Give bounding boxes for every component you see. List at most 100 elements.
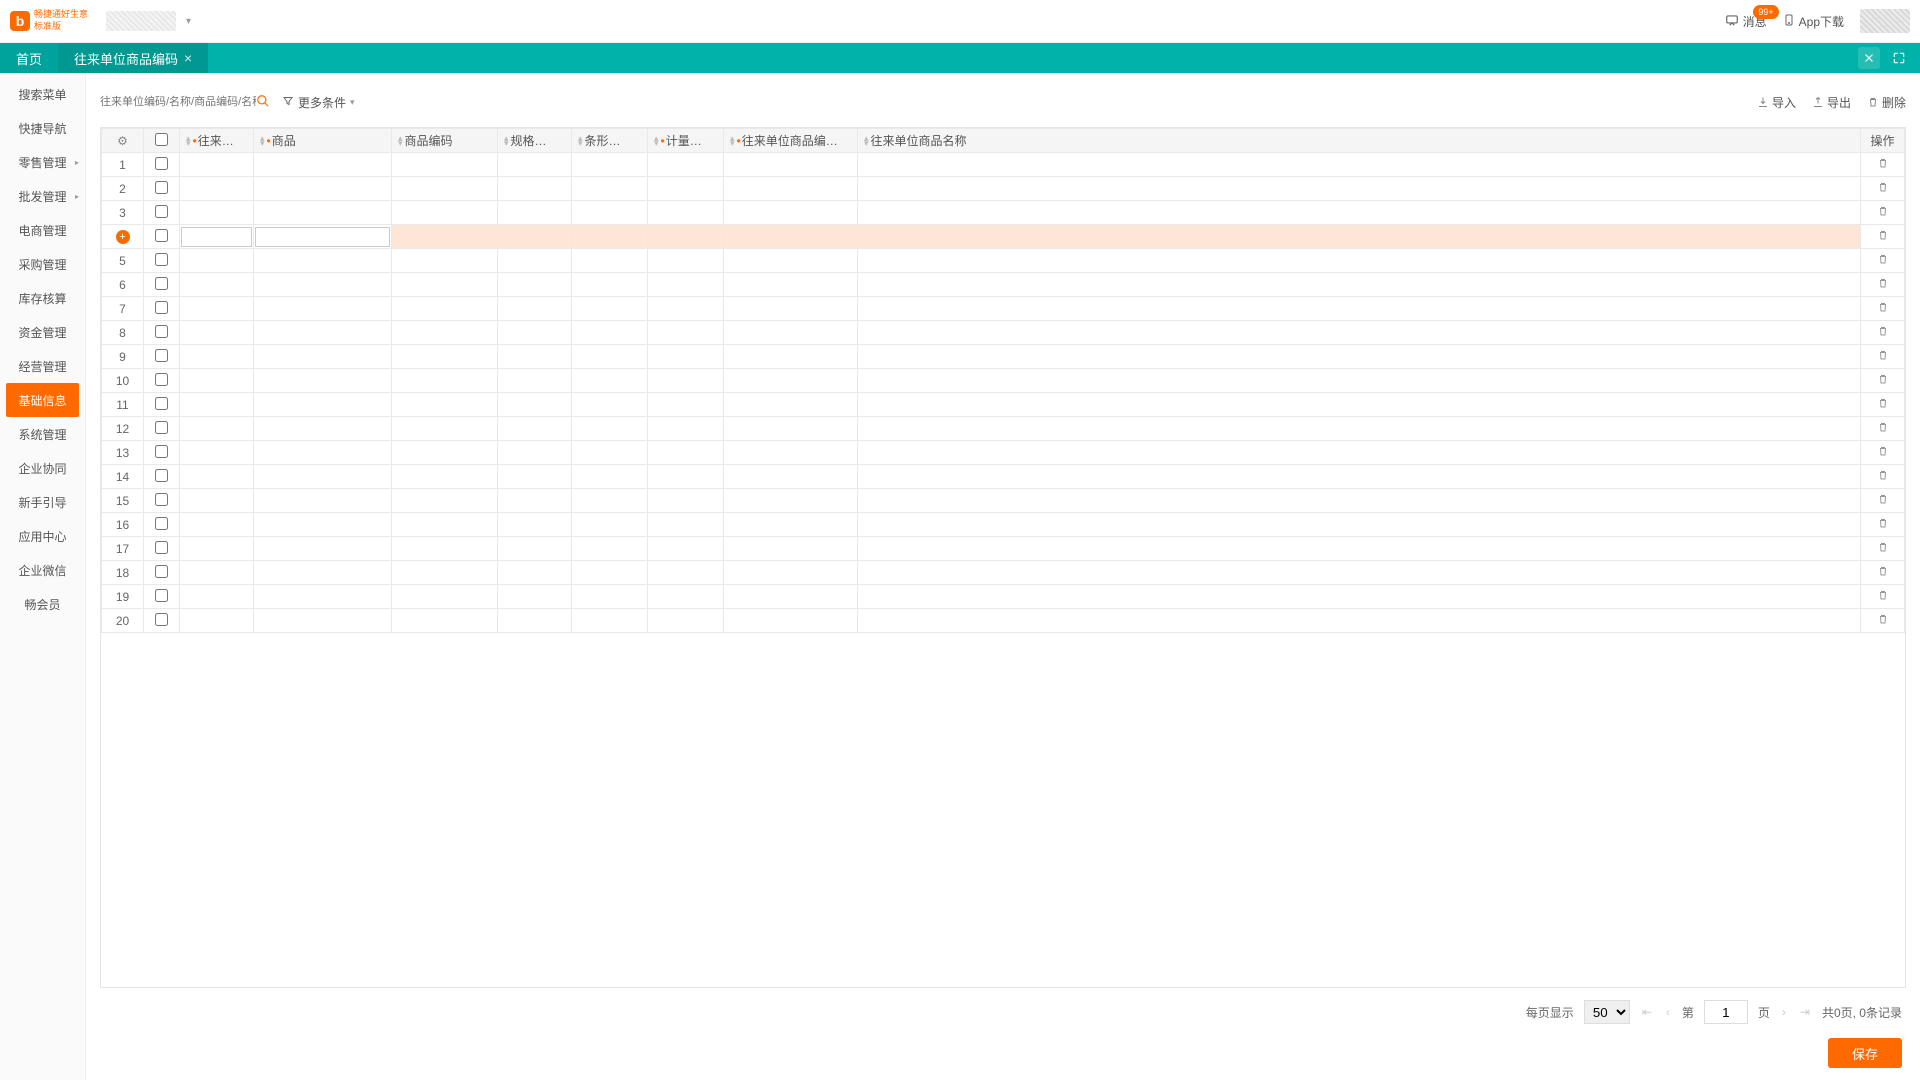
table-row[interactable]: 9	[102, 345, 1905, 369]
cell[interactable]	[858, 177, 1861, 201]
cell[interactable]	[180, 201, 254, 225]
cell[interactable]	[254, 465, 392, 489]
col-spec[interactable]: ▴▾规格…	[498, 129, 572, 153]
tab-close-icon[interactable]: ×	[184, 50, 192, 66]
cell[interactable]	[498, 369, 572, 393]
cell[interactable]	[392, 345, 498, 369]
col-settings[interactable]: ⚙	[102, 129, 144, 153]
sidebar-item-10[interactable]: 系统管理	[0, 417, 85, 451]
cell[interactable]	[724, 585, 858, 609]
cell[interactable]	[254, 297, 392, 321]
cell[interactable]	[648, 489, 724, 513]
table-row[interactable]: 11	[102, 393, 1905, 417]
cell[interactable]	[254, 225, 392, 249]
cell[interactable]	[392, 441, 498, 465]
trash-icon[interactable]	[1877, 253, 1889, 265]
cell[interactable]	[254, 321, 392, 345]
sidebar-item-8[interactable]: 经营管理	[0, 349, 85, 383]
search-input[interactable]	[100, 91, 256, 113]
sidebar-item-4[interactable]: 电商管理	[0, 213, 85, 247]
export-button[interactable]: 导出	[1812, 94, 1851, 111]
cell[interactable]	[498, 177, 572, 201]
user-avatar-masked[interactable]	[1860, 9, 1910, 33]
cell[interactable]	[724, 561, 858, 585]
cell[interactable]	[254, 249, 392, 273]
cell[interactable]	[392, 297, 498, 321]
cell[interactable]	[180, 153, 254, 177]
cell[interactable]	[572, 513, 648, 537]
cell-input[interactable]	[181, 227, 252, 247]
cell[interactable]	[498, 513, 572, 537]
table-row[interactable]: 2	[102, 177, 1905, 201]
cell[interactable]	[392, 201, 498, 225]
cell[interactable]	[572, 465, 648, 489]
table-row[interactable]: 18	[102, 561, 1905, 585]
cell[interactable]	[572, 321, 648, 345]
cell[interactable]	[572, 489, 648, 513]
cell[interactable]	[180, 417, 254, 441]
cell[interactable]	[858, 537, 1861, 561]
sidebar-item-6[interactable]: 库存核算	[0, 281, 85, 315]
cell[interactable]	[498, 465, 572, 489]
cell[interactable]	[572, 225, 648, 249]
tab-partner-product-code[interactable]: 往来单位商品编码 ×	[58, 43, 208, 73]
cell[interactable]	[254, 369, 392, 393]
cell[interactable]	[180, 585, 254, 609]
cell[interactable]	[254, 489, 392, 513]
sidebar-item-13[interactable]: 应用中心	[0, 519, 85, 553]
table-row[interactable]: 19	[102, 585, 1905, 609]
sidebar-item-2[interactable]: 零售管理▸	[0, 145, 85, 179]
cell[interactable]	[648, 201, 724, 225]
trash-icon[interactable]	[1877, 421, 1889, 433]
cell[interactable]	[724, 225, 858, 249]
cell[interactable]	[498, 297, 572, 321]
cell[interactable]	[648, 225, 724, 249]
tabs-close-all-icon[interactable]	[1858, 47, 1880, 69]
row-checkbox[interactable]	[155, 565, 168, 578]
cell[interactable]	[254, 609, 392, 633]
table-row[interactable]: 20	[102, 609, 1905, 633]
table-row[interactable]: 16	[102, 513, 1905, 537]
cell[interactable]	[648, 537, 724, 561]
cell[interactable]	[724, 537, 858, 561]
cell[interactable]	[392, 585, 498, 609]
cell[interactable]	[498, 321, 572, 345]
cell[interactable]	[724, 249, 858, 273]
cell[interactable]	[254, 177, 392, 201]
cell[interactable]	[724, 321, 858, 345]
cell[interactable]	[572, 297, 648, 321]
cell[interactable]	[392, 273, 498, 297]
cell[interactable]	[498, 393, 572, 417]
cell[interactable]	[180, 561, 254, 585]
trash-icon[interactable]	[1877, 157, 1889, 169]
row-checkbox[interactable]	[155, 181, 168, 194]
table-row[interactable]: 14	[102, 465, 1905, 489]
cell[interactable]	[572, 561, 648, 585]
trash-icon[interactable]	[1877, 181, 1889, 193]
search-icon[interactable]	[256, 94, 270, 111]
sidebar-item-15[interactable]: 畅会员	[0, 587, 85, 621]
add-row-icon[interactable]: +	[116, 230, 130, 244]
trash-icon[interactable]	[1877, 397, 1889, 409]
cell[interactable]	[648, 465, 724, 489]
cell[interactable]	[648, 561, 724, 585]
row-checkbox[interactable]	[155, 493, 168, 506]
cell[interactable]	[498, 441, 572, 465]
sidebar-item-3[interactable]: 批发管理▸	[0, 179, 85, 213]
cell[interactable]	[724, 273, 858, 297]
cell[interactable]	[858, 225, 1861, 249]
trash-icon[interactable]	[1877, 277, 1889, 289]
table-row[interactable]: +	[102, 225, 1905, 249]
col-product-code[interactable]: ▴▾商品编码	[392, 129, 498, 153]
table-row[interactable]: 15	[102, 489, 1905, 513]
trash-icon[interactable]	[1877, 517, 1889, 529]
cell[interactable]	[498, 273, 572, 297]
cell[interactable]	[180, 513, 254, 537]
cell-input[interactable]	[255, 227, 390, 247]
cell[interactable]	[180, 177, 254, 201]
sidebar-item-0[interactable]: 搜索菜单	[0, 77, 85, 111]
app-download-button[interactable]: App下载	[1783, 13, 1844, 30]
page-first-icon[interactable]: ⇤	[1640, 1005, 1654, 1019]
cell[interactable]	[724, 201, 858, 225]
cell[interactable]	[392, 393, 498, 417]
